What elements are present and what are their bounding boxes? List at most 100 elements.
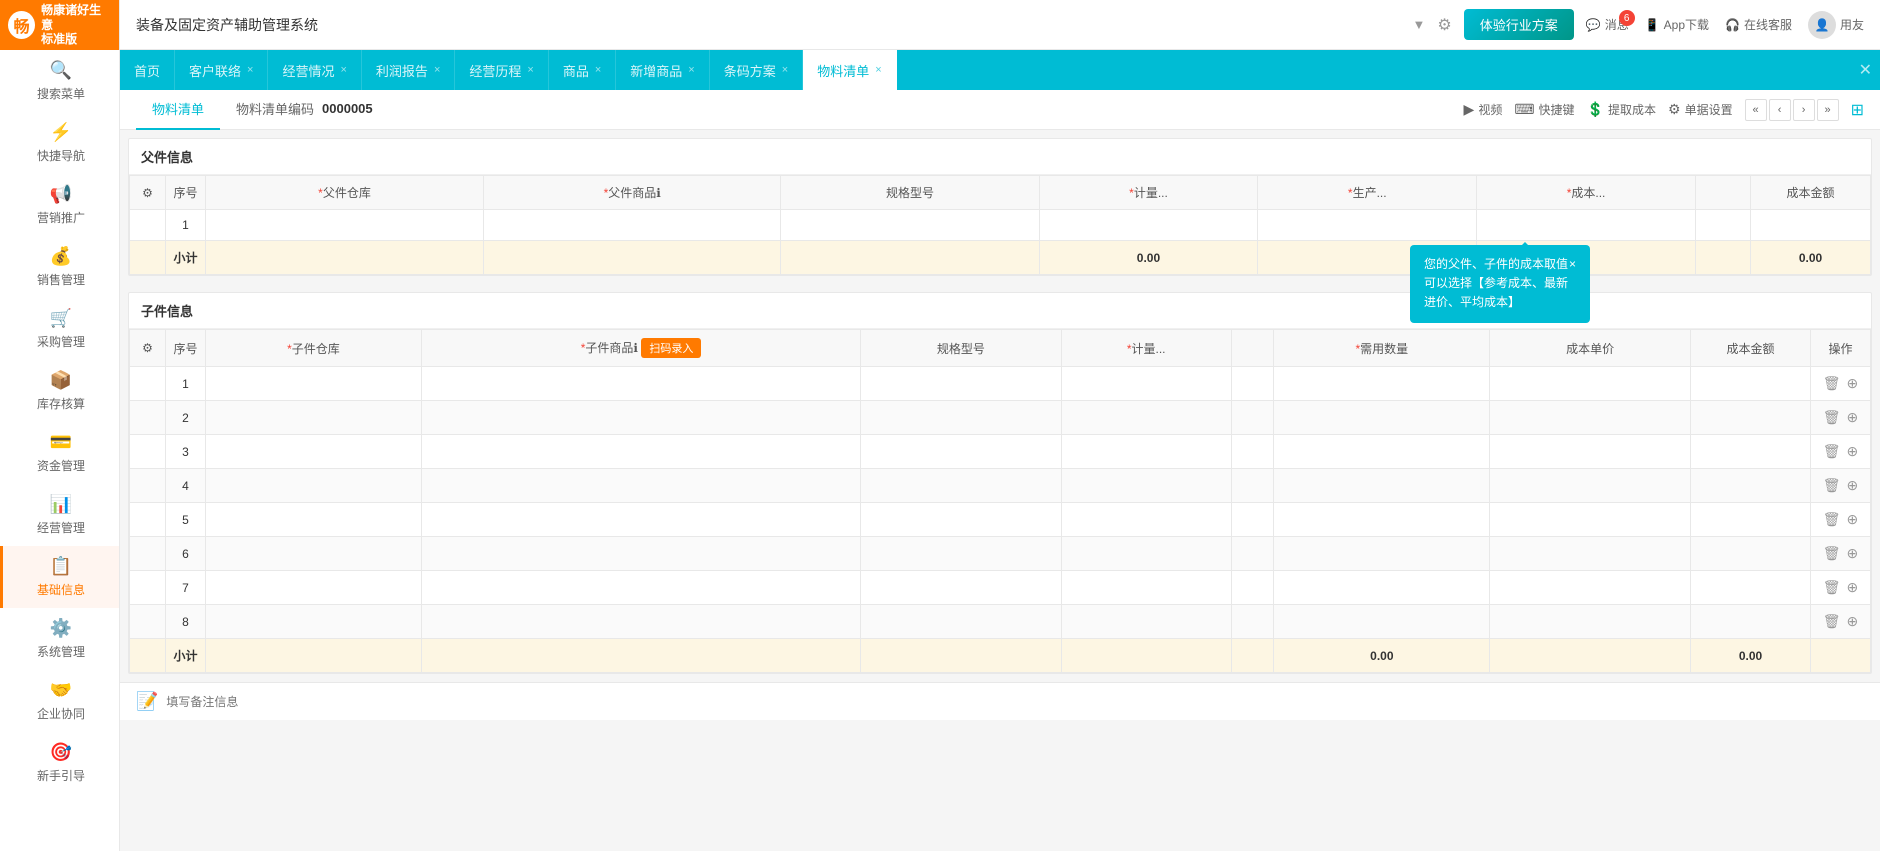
child-row-4-unit[interactable]: [1061, 469, 1231, 503]
child-row-2-unit[interactable]: [1061, 401, 1231, 435]
delete-icon-1[interactable]: 🗑: [1823, 375, 1841, 392]
video-action[interactable]: ▶ 视频: [1464, 101, 1503, 118]
child-row-6-unit-price[interactable]: [1490, 537, 1691, 571]
child-row-3-spec[interactable]: [861, 435, 1062, 469]
parent-row-1-unit[interactable]: [1039, 210, 1258, 241]
delete-icon-4[interactable]: 🗑: [1823, 477, 1841, 494]
child-row-5-spec[interactable]: [861, 503, 1062, 537]
child-row-3-unit[interactable]: [1061, 435, 1231, 469]
child-row-6-goods[interactable]: [421, 537, 860, 571]
cost-action[interactable]: 💲 提取成本: [1587, 101, 1656, 118]
child-row-4-goods[interactable]: [421, 469, 860, 503]
child-row-7-goods[interactable]: [421, 571, 860, 605]
child-row-5-unit[interactable]: [1061, 503, 1231, 537]
sidebar-item-basic-info[interactable]: 📋 基础信息: [0, 546, 119, 608]
child-row-1-goods[interactable]: [421, 367, 860, 401]
child-row-2-warehouse[interactable]: [206, 401, 422, 435]
child-row-8-unit-price[interactable]: [1490, 605, 1691, 639]
child-row-1-spec[interactable]: [861, 367, 1062, 401]
trial-button[interactable]: 体验行业方案: [1464, 9, 1574, 40]
child-row-3-unit-price[interactable]: [1490, 435, 1691, 469]
copy-icon-8[interactable]: ⊕: [1847, 613, 1859, 630]
delete-icon-5[interactable]: 🗑: [1823, 511, 1841, 528]
scan-button[interactable]: 扫码录入: [641, 338, 701, 358]
nav-next-next[interactable]: »: [1817, 99, 1839, 121]
child-row-4-quantity[interactable]: [1274, 469, 1490, 503]
online-service-button[interactable]: 🎧 在线客服: [1725, 16, 1792, 33]
child-row-1-unit-price[interactable]: [1490, 367, 1691, 401]
child-row-5-unit-price[interactable]: [1490, 503, 1691, 537]
child-row-6-spec[interactable]: [861, 537, 1062, 571]
parent-row-1-spec[interactable]: [781, 210, 1039, 241]
tab-new-goods-close[interactable]: ×: [688, 64, 694, 76]
child-row-7-spec[interactable]: [861, 571, 1062, 605]
child-row-7-warehouse[interactable]: [206, 571, 422, 605]
copy-icon-6[interactable]: ⊕: [1847, 545, 1859, 562]
sidebar-item-sales[interactable]: 💰 销售管理: [0, 236, 119, 298]
copy-icon-3[interactable]: ⊕: [1847, 443, 1859, 460]
nav-prev[interactable]: ‹: [1769, 99, 1791, 121]
delete-icon-8[interactable]: 🗑: [1823, 613, 1841, 630]
message-button[interactable]: 💬 6 消息: [1586, 16, 1629, 33]
sidebar-item-quick-nav[interactable]: ⚡ 快捷导航: [0, 112, 119, 174]
user-button[interactable]: 👤 用友: [1808, 11, 1864, 39]
child-row-5-goods[interactable]: [421, 503, 860, 537]
sidebar-item-enterprise[interactable]: 🤝 企业协同: [0, 670, 119, 732]
child-row-3-warehouse[interactable]: [206, 435, 422, 469]
tab-goods-close[interactable]: ×: [595, 64, 601, 76]
child-col-settings[interactable]: ⚙: [130, 330, 166, 367]
delete-icon-2[interactable]: 🗑: [1823, 409, 1841, 426]
settings-gear-icon[interactable]: ⚙: [1437, 15, 1451, 35]
child-row-2-quantity[interactable]: [1274, 401, 1490, 435]
tab-customer[interactable]: 客户联络 ×: [175, 50, 268, 90]
sidebar-item-purchase[interactable]: 🛒 采购管理: [0, 298, 119, 360]
tab-history[interactable]: 经营历程 ×: [455, 50, 548, 90]
parent-col-settings[interactable]: ⚙: [130, 176, 166, 210]
nav-prev-prev[interactable]: «: [1745, 99, 1767, 121]
tab-barcode-close[interactable]: ×: [782, 64, 788, 76]
sub-tab-bom-list[interactable]: 物料清单: [136, 90, 220, 130]
child-row-1-quantity[interactable]: [1274, 367, 1490, 401]
sidebar-item-guide[interactable]: 🎯 新手引导: [0, 732, 119, 794]
child-row-4-unit-price[interactable]: [1490, 469, 1691, 503]
copy-icon-1[interactable]: ⊕: [1847, 375, 1859, 392]
sidebar-item-marketing[interactable]: 📢 营销推广: [0, 174, 119, 236]
memo-input[interactable]: [166, 695, 1864, 709]
tab-goods[interactable]: 商品 ×: [549, 50, 616, 90]
child-row-6-unit[interactable]: [1061, 537, 1231, 571]
copy-icon-2[interactable]: ⊕: [1847, 409, 1859, 426]
parent-row-1-warehouse[interactable]: [206, 210, 484, 241]
sidebar-item-system[interactable]: ⚙️ 系统管理: [0, 608, 119, 670]
tab-barcode[interactable]: 条码方案 ×: [710, 50, 803, 90]
child-row-5-quantity[interactable]: [1274, 503, 1490, 537]
delete-icon-3[interactable]: 🗑: [1823, 443, 1841, 460]
child-row-6-warehouse[interactable]: [206, 537, 422, 571]
close-all-icon[interactable]: ✕: [1859, 60, 1872, 80]
child-row-3-quantity[interactable]: [1274, 435, 1490, 469]
tab-customer-close[interactable]: ×: [247, 64, 253, 76]
child-row-1-warehouse[interactable]: [206, 367, 422, 401]
dropdown-arrow-icon[interactable]: ▼: [1413, 17, 1426, 32]
tooltip-close-button[interactable]: ×: [1569, 255, 1576, 274]
shortcuts-action[interactable]: ⌨ 快捷键: [1514, 101, 1574, 118]
child-row-2-unit-price[interactable]: [1490, 401, 1691, 435]
tab-business[interactable]: 经营情况 ×: [268, 50, 361, 90]
parent-row-1-cost[interactable]: [1477, 210, 1696, 241]
app-download-button[interactable]: 📱 App下载: [1645, 16, 1709, 33]
child-row-4-warehouse[interactable]: [206, 469, 422, 503]
child-row-3-goods[interactable]: [421, 435, 860, 469]
child-row-8-spec[interactable]: [861, 605, 1062, 639]
tab-business-close[interactable]: ×: [340, 64, 346, 76]
child-row-1-unit[interactable]: [1061, 367, 1231, 401]
child-row-6-quantity[interactable]: [1274, 537, 1490, 571]
nav-next[interactable]: ›: [1793, 99, 1815, 121]
copy-icon-4[interactable]: ⊕: [1847, 477, 1859, 494]
child-row-7-unit[interactable]: [1061, 571, 1231, 605]
parent-row-1-goods[interactable]: [484, 210, 781, 241]
tab-profit[interactable]: 利润报告 ×: [362, 50, 455, 90]
sidebar-item-inventory[interactable]: 📦 库存核算: [0, 360, 119, 422]
tab-bom-close[interactable]: ×: [875, 64, 881, 76]
copy-icon-5[interactable]: ⊕: [1847, 511, 1859, 528]
copy-icon-7[interactable]: ⊕: [1847, 579, 1859, 596]
tab-history-close[interactable]: ×: [527, 64, 533, 76]
